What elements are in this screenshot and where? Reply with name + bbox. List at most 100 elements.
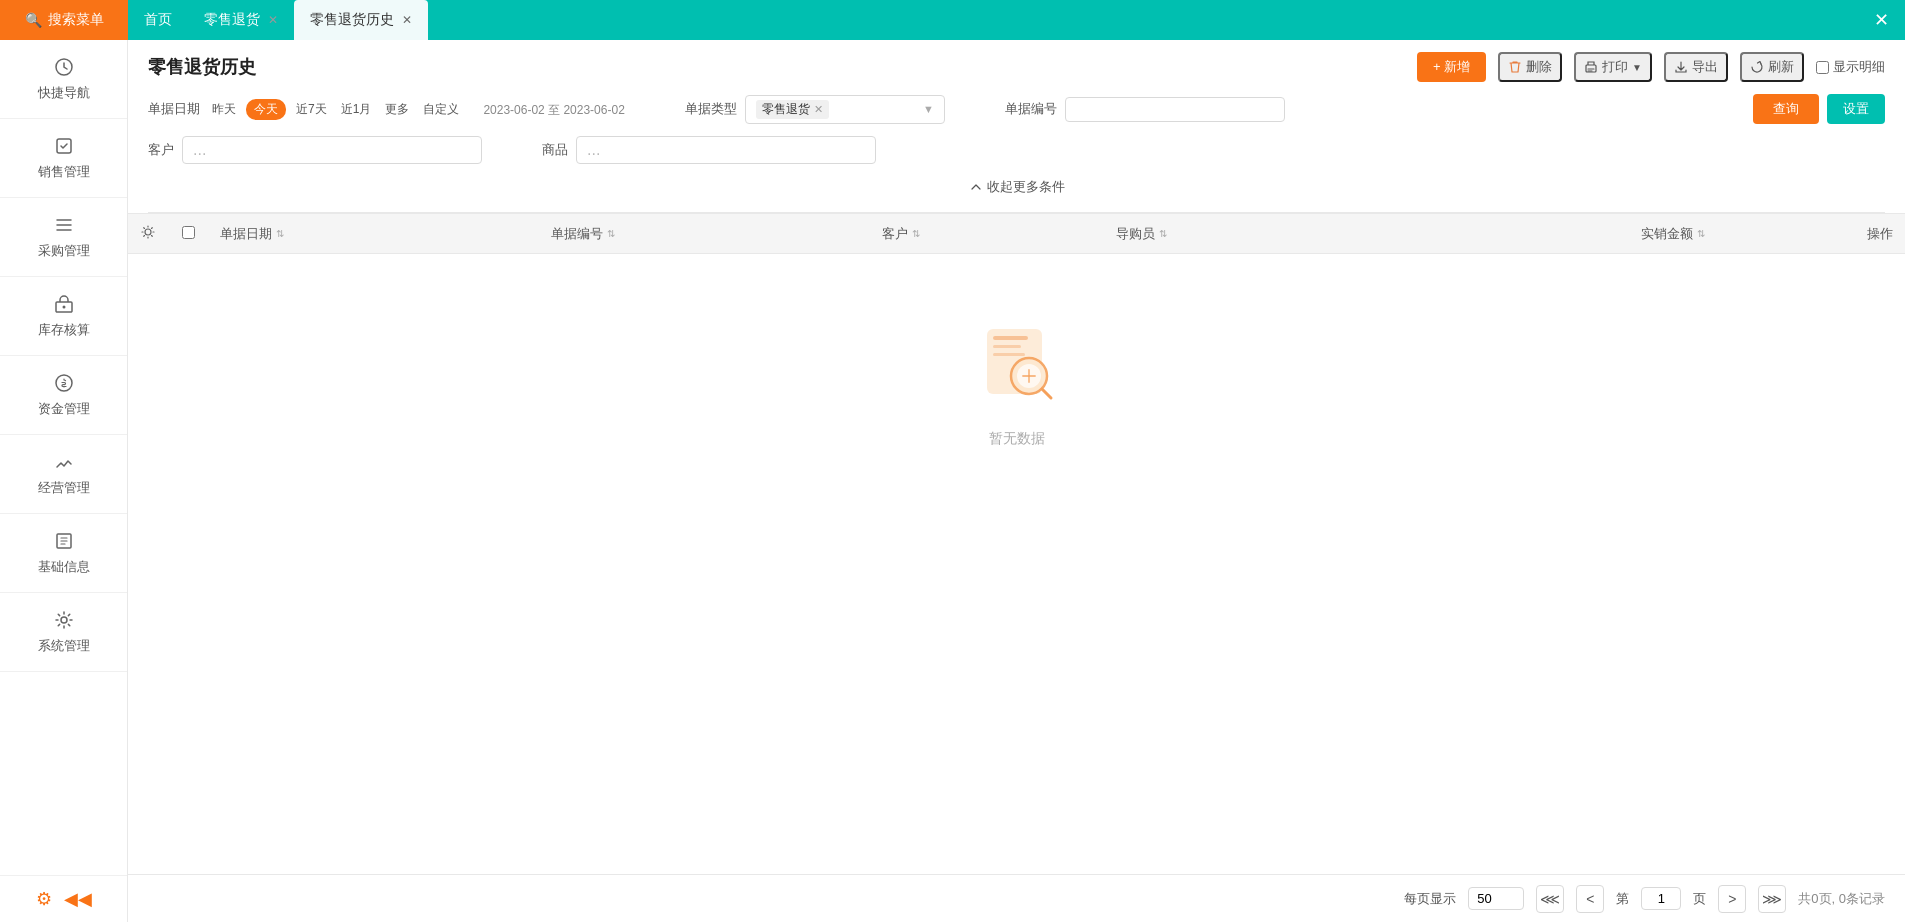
date-shortcut-1month[interactable]: 近1月 <box>337 99 376 120</box>
print-label: 打印 <box>1602 58 1628 76</box>
tab-retail-return[interactable]: 零售退货 ✕ <box>188 0 294 40</box>
th-date[interactable]: 单据日期 ⇅ <box>208 214 539 254</box>
print-button[interactable]: 打印 ▼ <box>1574 52 1652 82</box>
prev-page-button[interactable]: < <box>1576 885 1604 913</box>
query-button[interactable]: 查询 <box>1753 94 1819 124</box>
goods-filter: 商品 ... <box>542 136 876 164</box>
export-button[interactable]: 导出 <box>1664 52 1728 82</box>
date-filter: 单据日期 昨天 今天 近7天 近1月 更多 自定义 <box>148 99 463 120</box>
sidebar-item-basic-info[interactable]: 基础信息 <box>0 514 127 593</box>
date-shortcut-more[interactable]: 更多 <box>381 99 413 120</box>
select-all-checkbox[interactable] <box>182 226 195 239</box>
type-filter: 单据类型 零售退货 ✕ ▼ <box>685 95 945 124</box>
number-filter-input[interactable] <box>1065 97 1285 122</box>
print-icon <box>1584 60 1598 74</box>
sidebar-item-inventory[interactable]: 库存核算 <box>0 277 127 356</box>
page-actions: + 新增 删除 打印 ▼ <box>1417 52 1885 82</box>
first-page-button[interactable]: ⋘ <box>1536 885 1564 913</box>
main-layout: 快捷导航 销售管理 采购管理 <box>0 40 1905 922</box>
delete-button[interactable]: 删除 <box>1498 52 1562 82</box>
th-date-label: 单据日期 <box>220 225 272 243</box>
tab-home[interactable]: 首页 <box>128 0 188 40</box>
tab-retail-return-history-close[interactable]: ✕ <box>402 13 412 27</box>
th-amount[interactable]: 实销金额 ⇅ <box>1386 214 1717 254</box>
tab-retail-return-close[interactable]: ✕ <box>268 13 278 27</box>
sidebar-bottom: ⚙ ◀◀ <box>0 875 127 922</box>
type-filter-dropdown-icon: ▼ <box>923 103 934 115</box>
goods-filter-label: 商品 <box>542 141 568 159</box>
business-mgmt-icon <box>53 451 75 473</box>
customer-filter-label: 客户 <box>148 141 174 159</box>
type-filter-tag-close[interactable]: ✕ <box>814 103 823 116</box>
sidebar-item-quick-nav[interactable]: 快捷导航 <box>0 40 127 119</box>
page-input[interactable] <box>1641 887 1681 910</box>
th-date-sort-icon: ⇅ <box>276 228 284 239</box>
inventory-icon <box>53 293 75 315</box>
tab-retail-return-history-label: 零售退货历史 <box>310 11 394 29</box>
page-header: 零售退货历史 + 新增 删除 <box>128 40 1905 214</box>
next-page-button[interactable]: > <box>1718 885 1746 913</box>
sidebar-item-finance-mgmt[interactable]: 资金管理 <box>0 356 127 435</box>
collapse-icon <box>969 180 983 194</box>
sidebar-item-business-mgmt-label: 经营管理 <box>38 479 90 497</box>
sidebar-item-sales-mgmt[interactable]: 销售管理 <box>0 119 127 198</box>
th-actions: 操作 <box>1717 214 1905 254</box>
svg-rect-11 <box>993 345 1021 348</box>
query-settings-area: 查询 设置 <box>1753 94 1885 124</box>
basic-info-icon <box>53 530 75 552</box>
th-settings[interactable] <box>128 214 168 254</box>
filter-row-2: 客户 ... 商品 ... <box>148 136 1885 164</box>
date-shortcut-custom[interactable]: 自定义 <box>419 99 463 120</box>
empty-illustration <box>967 314 1067 414</box>
purchase-mgmt-icon <box>53 214 75 236</box>
svg-point-6 <box>61 617 67 623</box>
page-title: 零售退货历史 <box>148 55 256 79</box>
tab-list: 首页 零售退货 ✕ 零售退货历史 ✕ <box>128 0 1874 40</box>
sidebar-item-basic-info-label: 基础信息 <box>38 558 90 576</box>
svg-point-3 <box>62 306 65 309</box>
goods-filter-select[interactable]: ... <box>576 136 876 164</box>
new-button[interactable]: + 新增 <box>1417 52 1486 82</box>
settings-button[interactable]: 设置 <box>1827 94 1885 124</box>
date-shortcut-yesterday[interactable]: 昨天 <box>208 99 240 120</box>
settings-icon[interactable]: ⚙ <box>36 888 52 910</box>
th-customer[interactable]: 客户 ⇅ <box>870 214 1103 254</box>
th-actions-label: 操作 <box>1867 226 1893 241</box>
th-guide-label: 导购员 <box>1116 225 1155 243</box>
date-shortcut-7days[interactable]: 近7天 <box>292 99 331 120</box>
type-filter-tag-text: 零售退货 <box>762 101 810 118</box>
filter-row-1: 单据日期 昨天 今天 近7天 近1月 更多 自定义 2023-06-02 至 2… <box>148 94 1885 124</box>
tab-retail-return-label: 零售退货 <box>204 11 260 29</box>
audio-icon[interactable]: ◀◀ <box>64 888 92 910</box>
type-filter-select[interactable]: 零售退货 ✕ ▼ <box>745 95 945 124</box>
table-container: 单据日期 ⇅ 单据编号 ⇅ <box>128 214 1905 922</box>
date-range-text: 2023-06-02 至 2023-06-02 <box>483 102 624 119</box>
sidebar-item-system-mgmt[interactable]: 系统管理 <box>0 593 127 672</box>
last-page-button[interactable]: ⋙ <box>1758 885 1786 913</box>
customer-filter: 客户 ... <box>148 136 482 164</box>
number-filter-label: 单据编号 <box>1005 100 1057 118</box>
svg-line-15 <box>1042 389 1051 398</box>
th-guide[interactable]: 导购员 ⇅ <box>1104 214 1386 254</box>
sidebar-item-business-mgmt[interactable]: 经营管理 <box>0 435 127 514</box>
per-page-select[interactable]: 50 10 20 100 <box>1468 887 1524 910</box>
th-number[interactable]: 单据编号 ⇅ <box>539 214 870 254</box>
svg-point-8 <box>145 229 151 235</box>
page-label: 第 <box>1616 890 1629 908</box>
table-settings-icon[interactable] <box>140 224 156 240</box>
show-detail-checkbox[interactable] <box>1816 61 1829 74</box>
page-title-row: 零售退货历史 + 新增 删除 <box>148 52 1885 82</box>
window-close-button[interactable]: ✕ <box>1874 9 1905 31</box>
th-checkbox[interactable] <box>168 214 208 254</box>
show-detail-checkbox-label[interactable]: 显示明细 <box>1816 58 1885 76</box>
date-shortcut-today[interactable]: 今天 <box>246 99 286 120</box>
refresh-button[interactable]: 刷新 <box>1740 52 1804 82</box>
search-menu-label: 搜索菜单 <box>48 11 104 29</box>
sidebar-item-purchase-mgmt[interactable]: 采购管理 <box>0 198 127 277</box>
collapse-button[interactable]: 收起更多条件 <box>953 174 1081 200</box>
customer-filter-select[interactable]: ... <box>182 136 482 164</box>
refresh-icon <box>1750 60 1764 74</box>
search-icon: 🔍 <box>25 12 42 28</box>
tab-retail-return-history[interactable]: 零售退货历史 ✕ <box>294 0 428 40</box>
search-menu-button[interactable]: 🔍 搜索菜单 <box>0 0 128 40</box>
